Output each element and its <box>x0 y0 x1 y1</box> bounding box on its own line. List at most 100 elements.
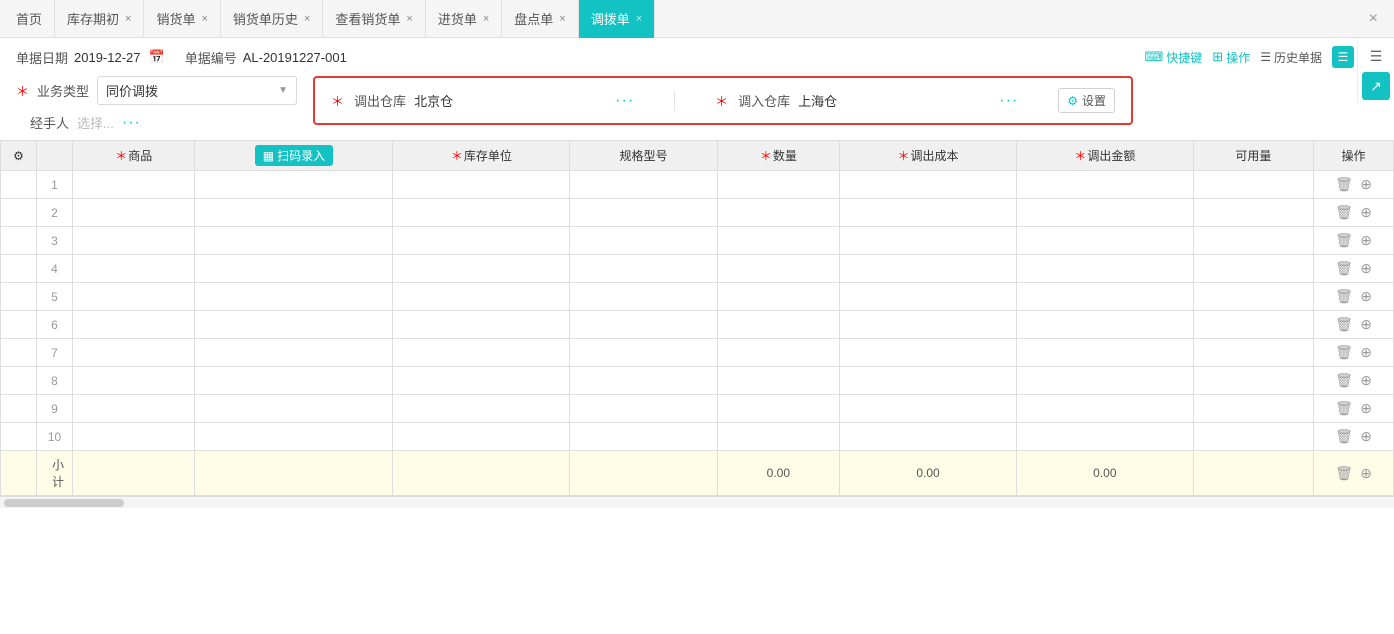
in-warehouse-more-icon[interactable]: ··· <box>999 92 1018 110</box>
row-unit-cell[interactable] <box>393 339 570 367</box>
row-qty-cell[interactable] <box>717 227 839 255</box>
row-product-cell[interactable] <box>73 423 195 451</box>
row-delete-icon[interactable]: 🗑 <box>1335 232 1353 248</box>
row-amount-cell[interactable] <box>1016 311 1193 339</box>
row-cost-cell[interactable] <box>840 367 1017 395</box>
row-delete-icon[interactable]: 🗑 <box>1335 204 1353 220</box>
tab-purchase-close[interactable]: × <box>483 13 489 25</box>
row-qty-cell[interactable] <box>717 199 839 227</box>
row-spec-cell[interactable] <box>570 311 717 339</box>
row-unit-cell[interactable] <box>393 171 570 199</box>
row-amount-cell[interactable] <box>1016 255 1193 283</box>
row-copy-icon[interactable]: ⊕ <box>1360 428 1372 444</box>
row-product-cell[interactable] <box>73 227 195 255</box>
row-cost-cell[interactable] <box>840 339 1017 367</box>
operations-btn[interactable]: ⊞ 操作 <box>1212 49 1250 66</box>
row-amount-cell[interactable] <box>1016 395 1193 423</box>
row-cost-cell[interactable] <box>840 171 1017 199</box>
row-delete-icon[interactable]: 🗑 <box>1335 400 1353 416</box>
sidebar-export-icon[interactable]: ↗ <box>1362 72 1390 100</box>
row-cost-cell[interactable] <box>840 199 1017 227</box>
row-qty-cell[interactable] <box>717 367 839 395</box>
row-copy-icon[interactable]: ⊕ <box>1360 372 1372 388</box>
row-spec-cell[interactable] <box>570 395 717 423</box>
tab-sales-order-close[interactable]: × <box>201 13 207 25</box>
row-delete-icon[interactable]: 🗑 <box>1335 428 1353 444</box>
tab-sales-history-close[interactable]: × <box>304 13 310 25</box>
row-cost-cell[interactable] <box>840 255 1017 283</box>
window-close-button[interactable]: × <box>1357 10 1390 28</box>
row-product-cell[interactable] <box>73 367 195 395</box>
row-cost-cell[interactable] <box>840 227 1017 255</box>
row-amount-cell[interactable] <box>1016 199 1193 227</box>
row-qty-cell[interactable] <box>717 339 839 367</box>
scan-btn[interactable]: ▦ 扫码录入 <box>255 145 333 166</box>
tab-view-sales-close[interactable]: × <box>406 13 412 25</box>
row-spec-cell[interactable] <box>570 255 717 283</box>
row-delete-icon[interactable]: 🗑 <box>1335 288 1353 304</box>
horizontal-scrollbar[interactable] <box>0 496 1394 508</box>
row-copy-icon[interactable]: ⊕ <box>1360 288 1372 304</box>
row-delete-icon[interactable]: 🗑 <box>1335 260 1353 276</box>
row-product-cell[interactable] <box>73 171 195 199</box>
tab-home[interactable]: 首页 <box>4 0 55 38</box>
row-cost-cell[interactable] <box>840 423 1017 451</box>
list-view-btn[interactable]: ☰ <box>1332 46 1354 68</box>
row-product-cell[interactable] <box>73 255 195 283</box>
row-qty-cell[interactable] <box>717 311 839 339</box>
row-spec-cell[interactable] <box>570 171 717 199</box>
history-btn[interactable]: ☰ 历史单据 <box>1260 49 1322 66</box>
row-unit-cell[interactable] <box>393 311 570 339</box>
row-unit-cell[interactable] <box>393 199 570 227</box>
sidebar-list-icon[interactable]: ☰ <box>1362 42 1390 70</box>
row-amount-cell[interactable] <box>1016 283 1193 311</box>
row-amount-cell[interactable] <box>1016 171 1193 199</box>
calendar-icon[interactable]: 📅 <box>149 49 165 65</box>
row-unit-cell[interactable] <box>393 395 570 423</box>
tab-inventory-init-close[interactable]: × <box>125 13 131 25</box>
row-copy-icon[interactable]: ⊕ <box>1360 400 1372 416</box>
tab-view-sales[interactable]: 查看销货单 × <box>323 0 425 38</box>
scrollbar-thumb[interactable] <box>4 499 124 507</box>
row-product-cell[interactable] <box>73 395 195 423</box>
tab-inventory-init[interactable]: 库存期初 × <box>55 0 144 38</box>
shortcuts-btn[interactable]: ⌨ 快捷键 <box>1145 49 1203 66</box>
row-unit-cell[interactable] <box>393 283 570 311</box>
row-copy-icon[interactable]: ⊕ <box>1360 204 1372 220</box>
row-copy-icon[interactable]: ⊕ <box>1360 176 1372 192</box>
row-unit-cell[interactable] <box>393 367 570 395</box>
tab-stocktake[interactable]: 盘点单 × <box>502 0 578 38</box>
row-spec-cell[interactable] <box>570 339 717 367</box>
row-qty-cell[interactable] <box>717 423 839 451</box>
tab-sales-history[interactable]: 销货单历史 × <box>221 0 323 38</box>
tab-sales-order[interactable]: 销货单 × <box>144 0 220 38</box>
row-product-cell[interactable] <box>73 283 195 311</box>
row-spec-cell[interactable] <box>570 423 717 451</box>
setting-button[interactable]: ⚙ 设置 <box>1058 88 1115 113</box>
tab-transfer-close[interactable]: × <box>636 13 642 25</box>
row-product-cell[interactable] <box>73 339 195 367</box>
row-amount-cell[interactable] <box>1016 339 1193 367</box>
row-delete-icon[interactable]: 🗑 <box>1335 316 1353 332</box>
row-amount-cell[interactable] <box>1016 227 1193 255</box>
row-spec-cell[interactable] <box>570 227 717 255</box>
tab-purchase[interactable]: 进货单 × <box>426 0 502 38</box>
row-product-cell[interactable] <box>73 311 195 339</box>
subtotal-copy-icon[interactable]: ⊕ <box>1360 465 1372 481</box>
row-delete-icon[interactable]: 🗑 <box>1335 176 1353 192</box>
row-qty-cell[interactable] <box>717 171 839 199</box>
row-unit-cell[interactable] <box>393 227 570 255</box>
row-spec-cell[interactable] <box>570 283 717 311</box>
tab-stocktake-close[interactable]: × <box>559 13 565 25</box>
th-scan[interactable]: ▦ 扫码录入 <box>195 141 393 171</box>
biz-type-select[interactable]: 同价调拨 ▼ <box>97 76 297 105</box>
row-unit-cell[interactable] <box>393 423 570 451</box>
row-qty-cell[interactable] <box>717 395 839 423</box>
row-amount-cell[interactable] <box>1016 367 1193 395</box>
row-spec-cell[interactable] <box>570 199 717 227</box>
row-copy-icon[interactable]: ⊕ <box>1360 316 1372 332</box>
row-spec-cell[interactable] <box>570 367 717 395</box>
out-warehouse-more-icon[interactable]: ··· <box>615 92 634 110</box>
person-more-icon[interactable]: ··· <box>122 114 141 132</box>
row-cost-cell[interactable] <box>840 395 1017 423</box>
